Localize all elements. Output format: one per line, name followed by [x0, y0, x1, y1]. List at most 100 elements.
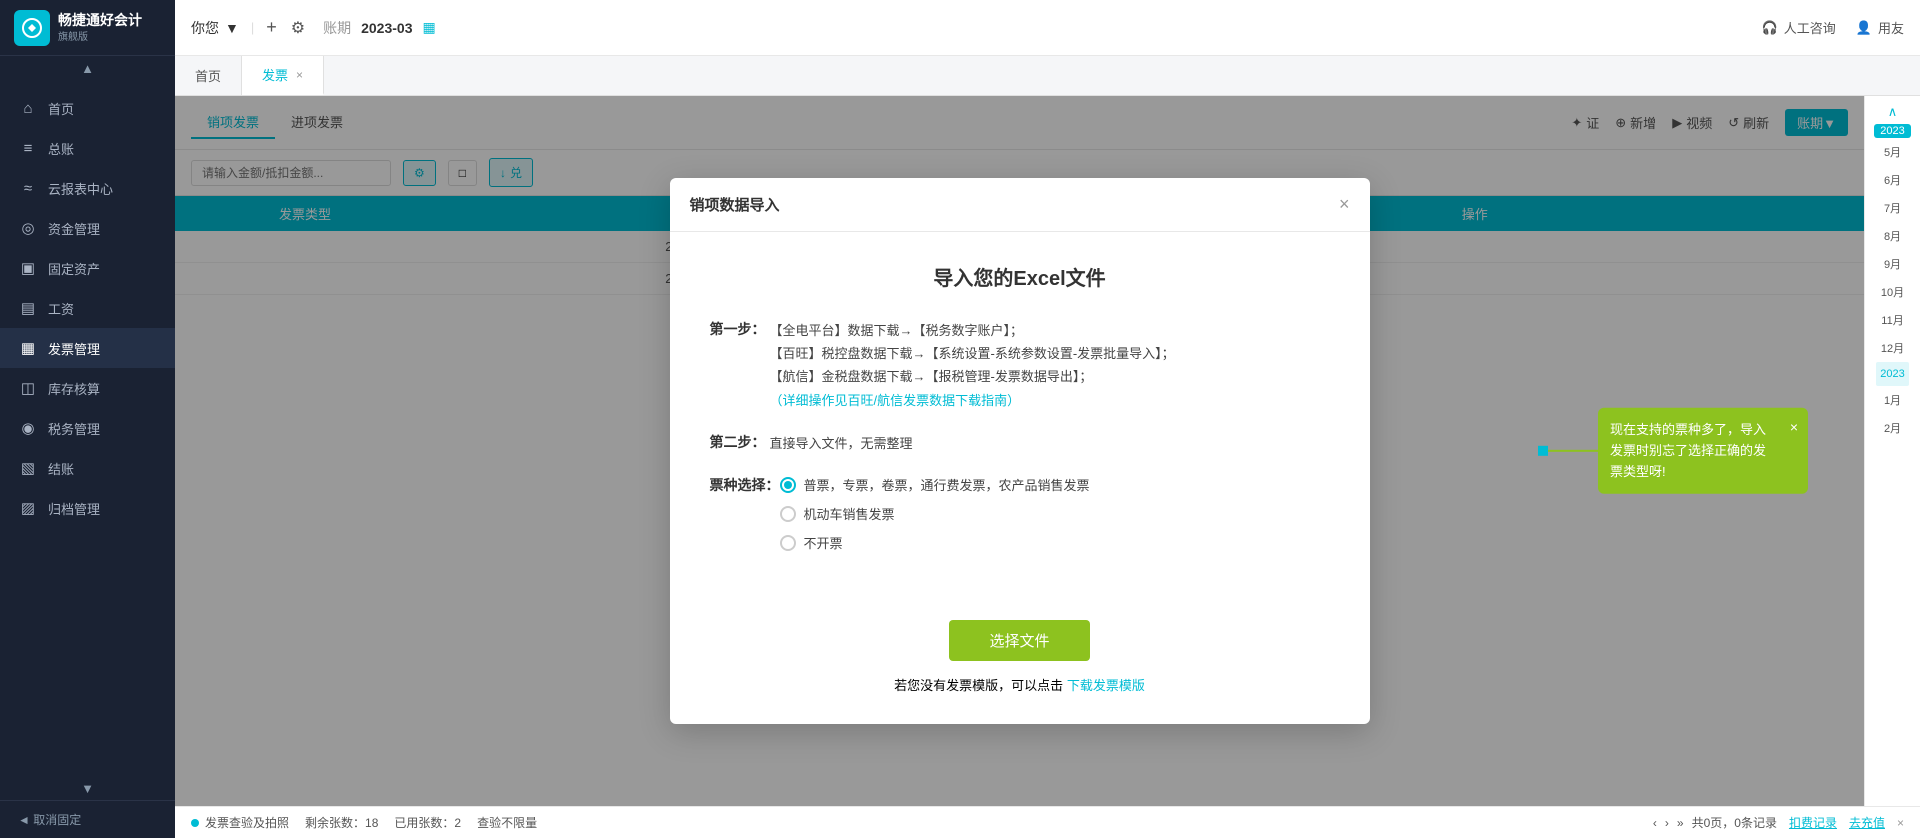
step1-block: 第一步： 【全电平台】数据下载→【税务数字账户】； 【百旺】税控盘数据下载→【系…: [710, 319, 1330, 413]
tab-invoice-close[interactable]: ×: [296, 68, 303, 82]
pagination-next[interactable]: ›: [1665, 816, 1669, 830]
modal-body: 导入您的Excel文件 第一步： 【全电平台】数据下载→【税务数字账户】； 【百…: [670, 232, 1370, 601]
bottom-left: 发票查验及拍照 剩余张数：18 已用张数：2 查验不限量: [191, 814, 537, 831]
user-menu[interactable]: 👤 用友: [1856, 18, 1904, 37]
tab-invoice[interactable]: 发票 ×: [242, 56, 324, 95]
modal-overlay: 销项数据导入 × 导入您的Excel文件 第一步： 【全电平台】数据下载→【税务…: [175, 96, 1864, 806]
timeline-month-9[interactable]: 9月: [1880, 250, 1905, 278]
bottombar: 发票查验及拍照 剩余张数：18 已用张数：2 查验不限量 ‹ › » 共0页，0…: [175, 806, 1920, 838]
sidebar-item-archive[interactable]: ▨ 归档管理: [0, 488, 175, 528]
sidebar-item-label: 税务管理: [48, 419, 100, 438]
pagination-last[interactable]: »: [1677, 816, 1684, 830]
sidebar-item-label: 固定资产: [48, 259, 100, 278]
user-label: 用友: [1878, 18, 1904, 37]
sidebar-item-report[interactable]: ≈ 云报表中心: [0, 168, 175, 208]
invoice-verify-label: 发票查验及拍照: [205, 814, 289, 831]
invoice-icon: ▦: [18, 338, 38, 358]
sidebar-item-closing[interactable]: ▧ 结账: [0, 448, 175, 488]
sidebar-item-label: 总账: [48, 139, 74, 158]
timeline-month-5[interactable]: 5月: [1880, 138, 1905, 166]
charge-link[interactable]: 去充值: [1849, 814, 1885, 831]
tooltip-left-indicator: [1538, 446, 1548, 456]
logo-text-block: 畅捷通好会计 旗舰版: [58, 12, 142, 44]
plus-button[interactable]: +: [266, 17, 277, 38]
radio-normal[interactable]: [780, 477, 796, 493]
tab-invoice-label: 发票: [262, 65, 288, 84]
radio-row-none: 不开票: [780, 533, 1090, 552]
timeline-month-1[interactable]: 1月: [1880, 386, 1905, 414]
account-name: 你您: [191, 18, 219, 38]
timeline-month-11[interactable]: 11月: [1877, 306, 1907, 334]
tabbar: 首页 发票 ×: [175, 56, 1920, 96]
radio-vehicle[interactable]: [780, 506, 796, 522]
used-count: 已用张数：2: [394, 814, 461, 831]
report-icon: ≈: [18, 178, 38, 198]
timeline-month-8[interactable]: 8月: [1880, 222, 1905, 250]
step2-block: 第二步： 直接导入文件，无需整理: [710, 432, 1330, 455]
sidebar-scroll-down[interactable]: ▼: [0, 776, 175, 800]
settings-icon[interactable]: ⚙: [291, 18, 305, 38]
template-hint-text: 若您没有发票模版，可以点击: [894, 678, 1063, 693]
right-timeline-panel: ∧ 2023 5月 6月 7月 8月 9月 10月 11月 12月 2023 1…: [1864, 96, 1920, 806]
recharge-record-link[interactable]: 扣费记录: [1789, 814, 1837, 831]
pagination-prev[interactable]: ‹: [1653, 816, 1657, 830]
year-badge[interactable]: 2023: [1874, 124, 1910, 138]
timeline-year-2023[interactable]: 2023: [1876, 362, 1908, 386]
verify-unlimited: 查验不限量: [477, 814, 537, 831]
logo-sub: 旗舰版: [58, 28, 142, 43]
payroll-icon: ▤: [18, 298, 38, 318]
bottombar-close[interactable]: ×: [1897, 816, 1904, 830]
sidebar-item-stock[interactable]: ◫ 库存核算: [0, 368, 175, 408]
timeline-month-7[interactable]: 7月: [1880, 194, 1905, 222]
user-icon: 👤: [1856, 20, 1872, 36]
template-download-link[interactable]: 下载发票模版: [1067, 678, 1145, 693]
step2-content: 直接导入文件，无需整理: [770, 432, 913, 455]
page-info: 共0页，0条记录: [1692, 814, 1777, 831]
tooltip-connector-line: [1548, 450, 1598, 452]
step1-line: 第一步： 【全电平台】数据下载→【税务数字账户】； 【百旺】税控盘数据下载→【系…: [710, 319, 1330, 413]
remaining-count: 剩余张数：18: [305, 814, 378, 831]
sidebar-item-home[interactable]: ⌂ 首页: [0, 88, 175, 128]
sidebar-logo: 畅捷通好会计 旗舰版: [0, 0, 175, 56]
account-dropdown-icon: ▼: [225, 20, 239, 36]
recharge-record-label: 扣费记录: [1789, 816, 1837, 830]
step1-line1: 【全电平台】数据下载→【税务数字账户】；: [770, 319, 1175, 342]
sidebar-item-tax[interactable]: ◉ 税务管理: [0, 408, 175, 448]
guide-link[interactable]: （详细操作见百旺/航信发票数据下载指南）: [770, 393, 1021, 408]
tab-home-label: 首页: [195, 66, 221, 85]
modal-close-button[interactable]: ×: [1339, 194, 1350, 215]
sidebar-cancel-pin[interactable]: ◄ 取消固定: [0, 800, 175, 838]
sidebar-item-label: 归档管理: [48, 499, 100, 518]
select-file-button[interactable]: 选择文件: [949, 620, 1089, 661]
bottom-right: ‹ › » 共0页，0条记录 扣费记录 去充值 ×: [1653, 814, 1904, 831]
period-info: + ⚙ 账期 2023-03 ▦: [266, 17, 435, 38]
tooltip-close-button[interactable]: ×: [1790, 416, 1798, 438]
sidebar-item-invoice[interactable]: ▦ 发票管理: [0, 328, 175, 368]
timeline-up-button[interactable]: ∧: [1884, 100, 1902, 124]
sidebar-item-ledger[interactable]: ≡ 总账: [0, 128, 175, 168]
consulting-btn[interactable]: 🎧 人工咨询: [1762, 18, 1836, 37]
timeline-month-12[interactable]: 12月: [1877, 334, 1908, 362]
sidebar-item-label: 首页: [48, 99, 74, 118]
radio-none-label: 不开票: [804, 533, 843, 552]
tab-home[interactable]: 首页: [175, 56, 242, 95]
sidebar-item-label: 结账: [48, 459, 74, 478]
tooltip-text: 现在支持的票种多了，导入发票时别忘了选择正确的发票类型呀!: [1610, 422, 1766, 479]
main-area: 你您 ▼ | + ⚙ 账期 2023-03 ▦ 🎧 人工咨询 👤 用友: [175, 0, 1920, 838]
template-hint: 若您没有发票模版，可以点击 下载发票模版: [894, 675, 1145, 694]
sidebar-item-payroll[interactable]: ▤ 工资: [0, 288, 175, 328]
sidebar-scroll-up[interactable]: ▲: [0, 56, 175, 80]
sidebar-item-label: 发票管理: [48, 339, 100, 358]
sidebar-item-asset[interactable]: ▣ 固定资产: [0, 248, 175, 288]
topbar-separator: |: [251, 20, 254, 35]
timeline-month-6[interactable]: 6月: [1880, 166, 1905, 194]
radio-none[interactable]: [780, 535, 796, 551]
period-icon: ▦: [423, 19, 436, 36]
step1-label: 第一步：: [710, 319, 770, 413]
account-selector[interactable]: 你您 ▼: [191, 18, 239, 38]
sidebar-item-fund[interactable]: ◎ 资金管理: [0, 208, 175, 248]
closing-icon: ▧: [18, 458, 38, 478]
timeline-month-10[interactable]: 10月: [1877, 278, 1908, 306]
ticket-choice-block: 票种选择： 普票，专票，卷票，通行费发票，农产品销售发票: [710, 475, 1330, 552]
timeline-month-2[interactable]: 2月: [1880, 414, 1905, 442]
